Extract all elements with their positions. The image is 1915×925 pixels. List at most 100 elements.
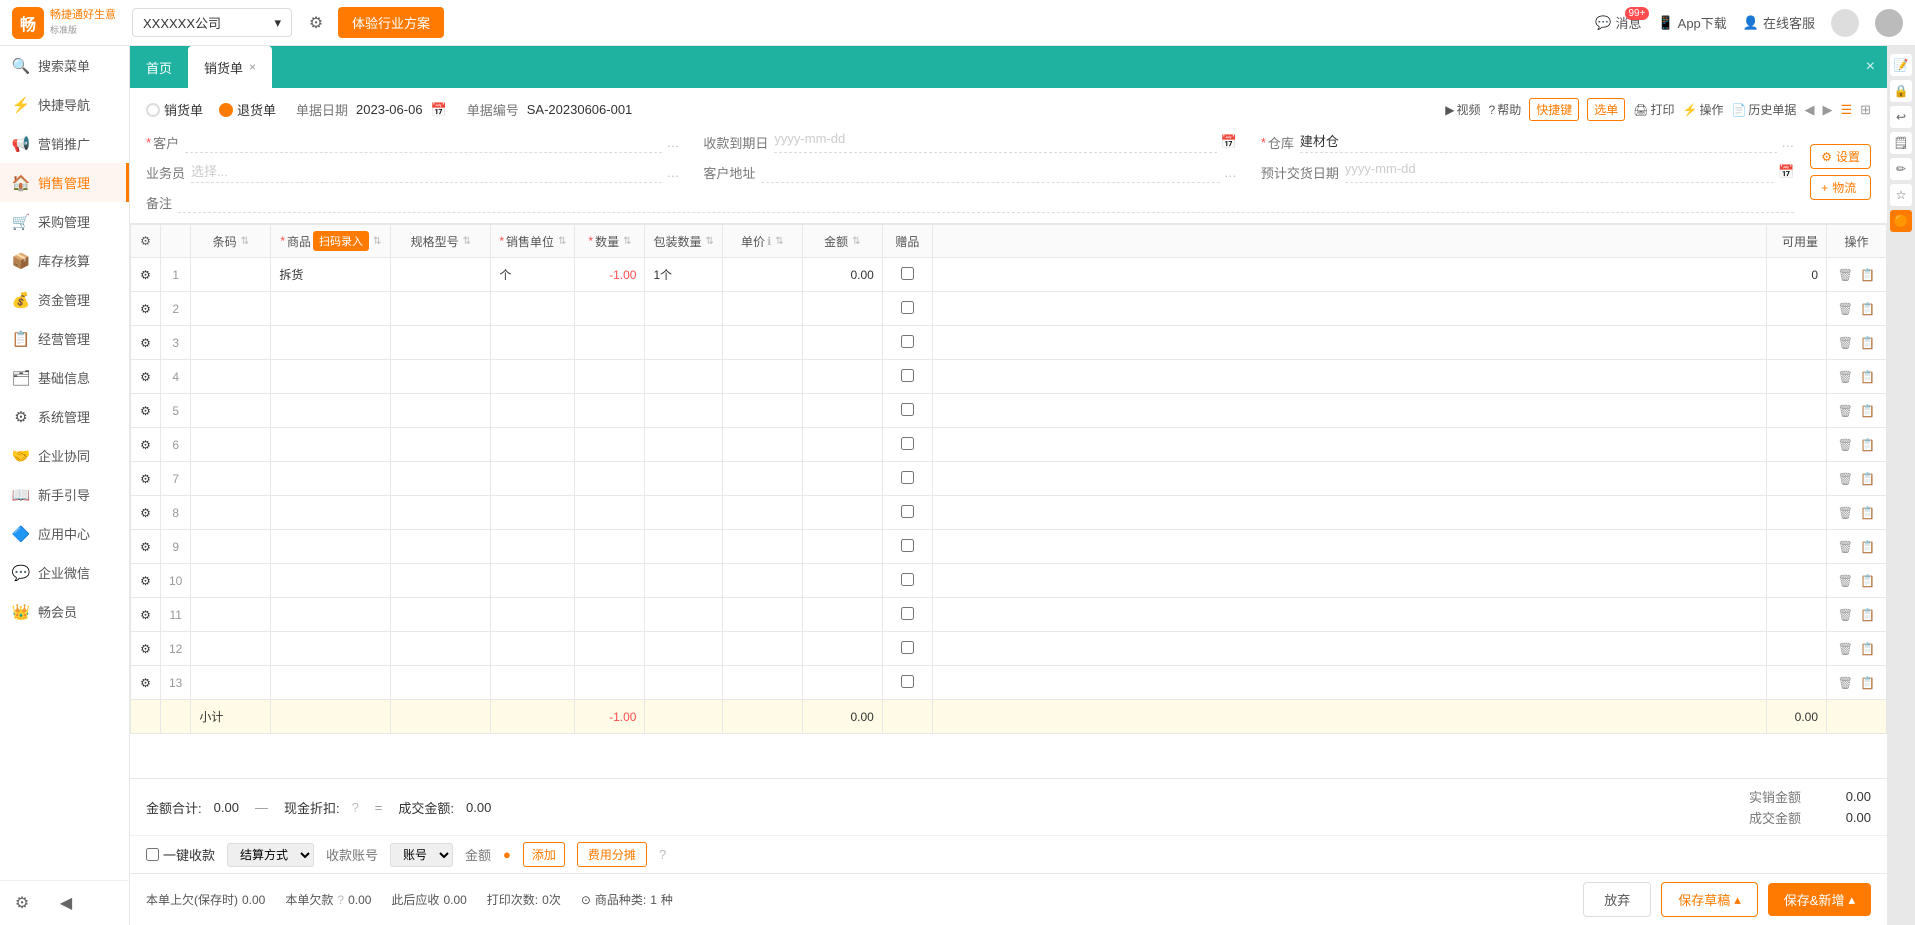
copy-icon[interactable]: 📋 — [1860, 404, 1875, 418]
sort-product-icon[interactable]: ⇅ — [373, 236, 381, 247]
one-click-payment-check[interactable]: 一键收款 — [146, 845, 215, 864]
row-spec[interactable] — [391, 360, 491, 394]
row-settings-icon[interactable]: ⚙ — [131, 462, 161, 496]
row-price[interactable] — [722, 632, 802, 666]
row-gift[interactable] — [882, 462, 932, 496]
row-spec[interactable] — [391, 598, 491, 632]
view-grid-icon[interactable]: ⊞ — [1860, 102, 1871, 118]
row-qty[interactable] — [575, 462, 645, 496]
row-gift[interactable] — [882, 496, 932, 530]
row-spec[interactable] — [391, 258, 491, 292]
row-qty[interactable] — [575, 394, 645, 428]
row-pkg-qty[interactable] — [645, 394, 722, 428]
row-note[interactable] — [932, 496, 1766, 530]
right-panel-btn-4[interactable]: 🗒 — [1890, 132, 1912, 154]
copy-icon[interactable]: 📋 — [1860, 268, 1875, 282]
row-spec[interactable] — [391, 496, 491, 530]
row-barcode[interactable] — [191, 360, 271, 394]
row-pkg-qty[interactable] — [645, 428, 722, 462]
warehouse-dots-icon[interactable]: … — [1781, 135, 1794, 150]
row-note[interactable] — [932, 462, 1766, 496]
copy-icon[interactable]: 📋 — [1860, 506, 1875, 520]
tab-close-icon[interactable]: × — [249, 60, 256, 74]
video-link[interactable]: ▶ 视频 — [1445, 101, 1480, 118]
row-note[interactable] — [932, 530, 1766, 564]
row-product[interactable] — [271, 292, 391, 326]
row-qty[interactable] — [575, 428, 645, 462]
row-product[interactable] — [271, 394, 391, 428]
row-pkg-qty[interactable] — [645, 598, 722, 632]
row-settings-icon[interactable]: ⚙ — [131, 258, 161, 292]
copy-icon[interactable]: 📋 — [1860, 608, 1875, 622]
row-product[interactable] — [271, 632, 391, 666]
delete-icon[interactable]: 🗑 — [1838, 540, 1853, 554]
gift-checkbox[interactable] — [901, 675, 914, 688]
row-pkg-qty[interactable] — [645, 462, 722, 496]
row-settings-icon[interactable]: ⚙ — [131, 496, 161, 530]
gift-checkbox[interactable] — [901, 641, 914, 654]
row-settings-icon[interactable]: ⚙ — [131, 360, 161, 394]
copy-icon[interactable]: 📋 — [1860, 370, 1875, 384]
row-product[interactable] — [271, 598, 391, 632]
row-product[interactable]: 拆货 — [271, 258, 391, 292]
right-panel-btn-5[interactable]: ✏ — [1890, 158, 1912, 180]
logistics-button[interactable]: + 物流 — [1810, 175, 1871, 200]
row-gift[interactable] — [882, 258, 932, 292]
radio-sales-order[interactable]: 销货单 — [146, 100, 203, 119]
one-click-checkbox[interactable] — [146, 848, 159, 861]
tab-close-all[interactable]: × — [1866, 58, 1887, 76]
row-price[interactable] — [722, 394, 802, 428]
row-amount[interactable] — [802, 564, 882, 598]
copy-icon[interactable]: 📋 — [1860, 438, 1875, 452]
row-qty[interactable] — [575, 666, 645, 700]
row-unit[interactable] — [491, 462, 575, 496]
add-payment-button[interactable]: 添加 — [523, 842, 565, 867]
row-note[interactable] — [932, 394, 1766, 428]
sort-qty-icon[interactable]: ⇅ — [623, 236, 631, 247]
row-qty[interactable] — [575, 598, 645, 632]
row-gift[interactable] — [882, 666, 932, 700]
row-qty[interactable] — [575, 496, 645, 530]
row-amount[interactable] — [802, 428, 882, 462]
row-spec[interactable] — [391, 564, 491, 598]
view-list-icon[interactable]: ☰ — [1840, 102, 1852, 118]
right-panel-btn-6[interactable]: ☆ — [1890, 184, 1912, 206]
right-panel-btn-3[interactable]: ↩ — [1890, 106, 1912, 128]
row-settings-icon[interactable]: ⚙ — [131, 428, 161, 462]
shortcut-link[interactable]: 快捷键 — [1529, 98, 1579, 121]
row-barcode[interactable] — [191, 632, 271, 666]
row-qty[interactable]: -1.00 — [575, 258, 645, 292]
row-barcode[interactable] — [191, 292, 271, 326]
avatar2[interactable] — [1875, 9, 1903, 37]
row-qty[interactable] — [575, 530, 645, 564]
row-price[interactable] — [722, 598, 802, 632]
customer-dots-icon[interactable]: … — [666, 135, 679, 150]
sidebar-item-system[interactable]: ⚙ 系统管理 — [0, 397, 129, 436]
row-pkg-qty[interactable] — [645, 530, 722, 564]
warehouse-input[interactable]: 建材仓 — [1300, 131, 1777, 153]
delete-icon[interactable]: 🗑 — [1838, 438, 1853, 452]
settings-button[interactable]: ⚙ — [302, 9, 330, 37]
gift-checkbox[interactable] — [901, 403, 914, 416]
copy-icon[interactable]: 📋 — [1860, 540, 1875, 554]
customer-addr-input[interactable] — [761, 161, 1219, 183]
row-barcode[interactable] — [191, 462, 271, 496]
row-price[interactable] — [722, 530, 802, 564]
sort-spec-icon[interactable]: ⇅ — [463, 236, 471, 247]
radio-return-order[interactable]: 退货单 — [219, 100, 276, 119]
salesperson-dots-icon[interactable]: … — [666, 165, 679, 180]
delete-icon[interactable]: 🗑 — [1838, 472, 1853, 486]
row-note[interactable] — [932, 292, 1766, 326]
sidebar-item-business[interactable]: 📋 经营管理 — [0, 319, 129, 358]
row-product[interactable] — [271, 428, 391, 462]
copy-icon[interactable]: 📋 — [1860, 472, 1875, 486]
salesperson-input[interactable]: 选择... — [191, 161, 662, 183]
delete-icon[interactable]: 🗑 — [1838, 608, 1853, 622]
payment-due-input[interactable]: yyyy-mm-dd — [774, 131, 1216, 153]
sidebar-item-basic[interactable]: 🗂 基础信息 — [0, 358, 129, 397]
help-link[interactable]: ? 帮助 — [1489, 101, 1522, 118]
row-unit[interactable] — [491, 632, 575, 666]
row-unit[interactable] — [491, 428, 575, 462]
tab-home[interactable]: 首页 — [130, 46, 188, 88]
delete-icon[interactable]: 🗑 — [1838, 574, 1853, 588]
